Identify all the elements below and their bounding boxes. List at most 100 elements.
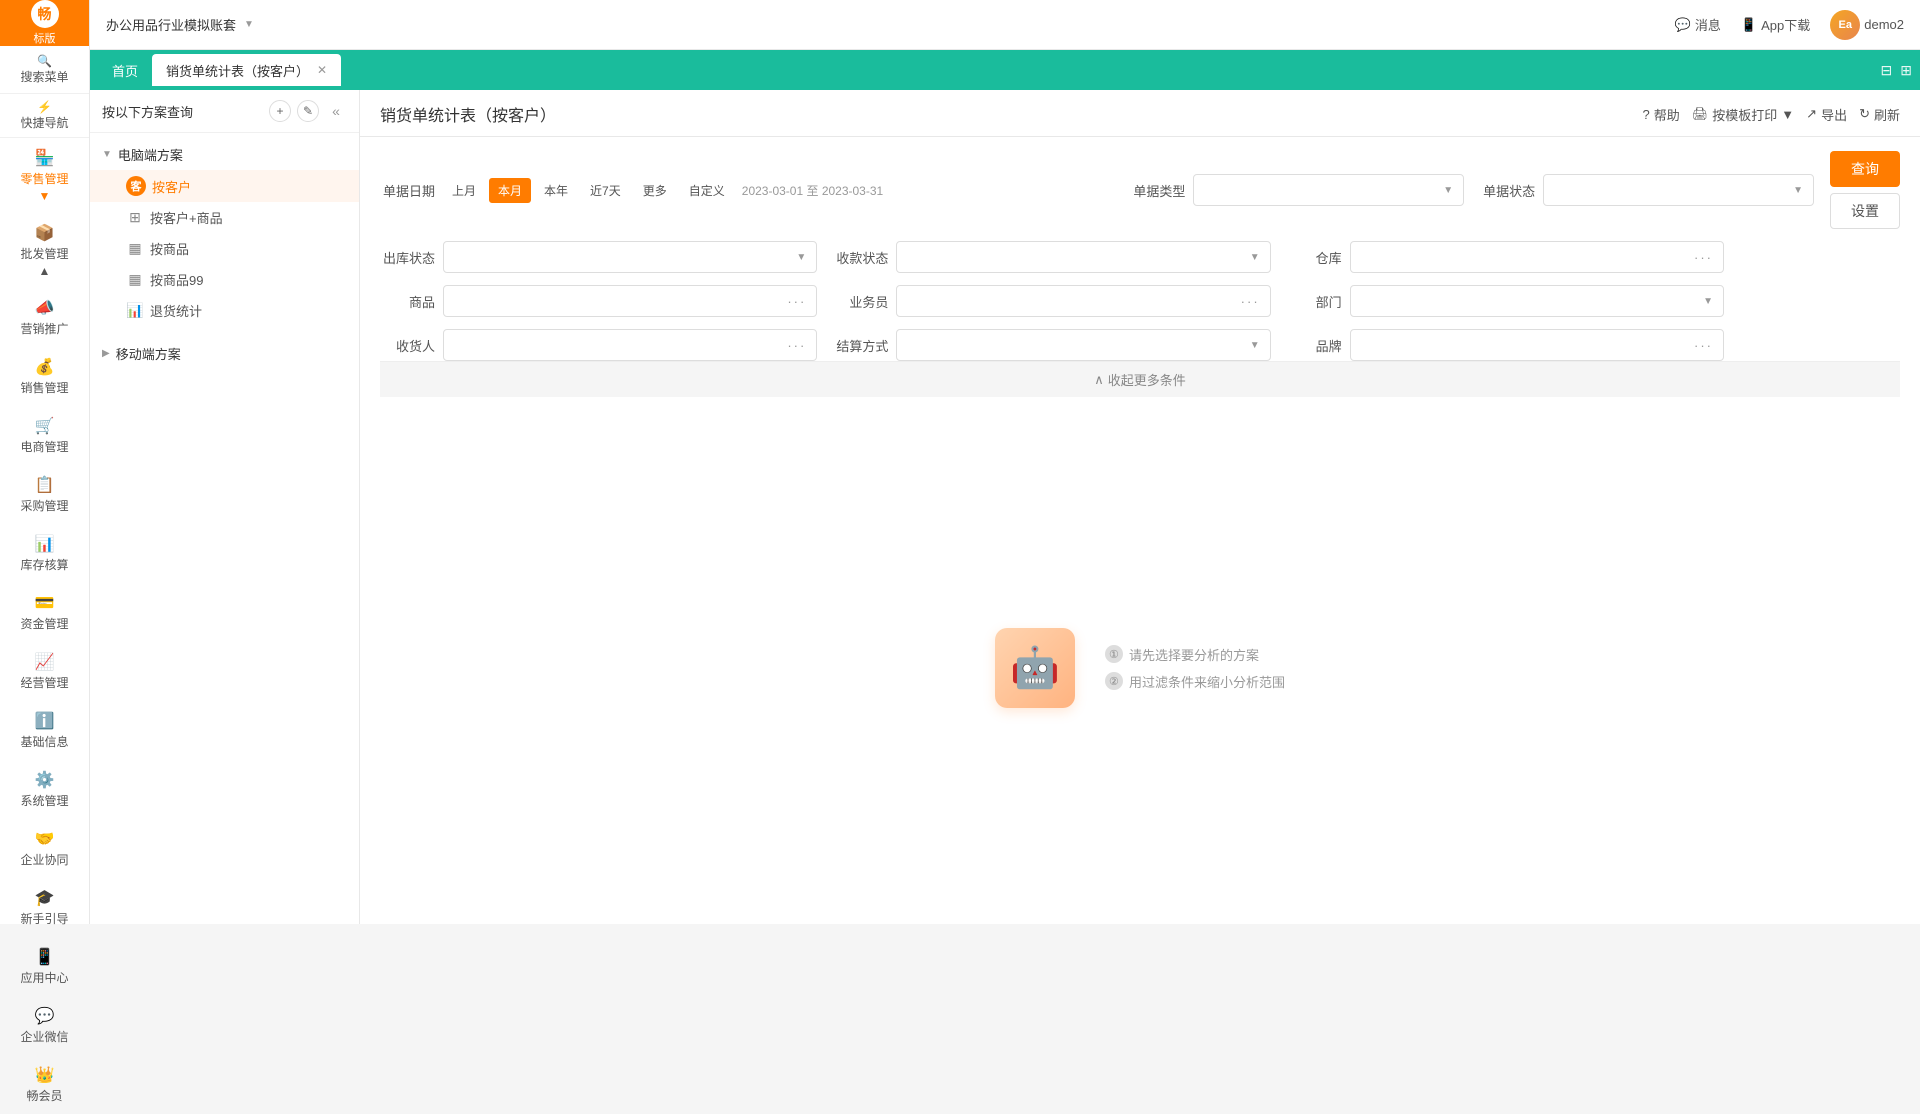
sidebar-item-finance[interactable]: 💳 资金管理 [0,583,89,642]
page-actions: ? 帮助 🖨 按模板打印 ▼ ↗ 导出 ↻ [1643,105,1901,124]
system-icon: ⚙️ [35,770,55,790]
tab-sales-stat[interactable]: 销货单统计表（按客户） ✕ [152,54,341,86]
collapse-label: 收起更多条件 [1108,370,1186,389]
tab-maximize-icon[interactable]: ⊞ [1900,62,1912,79]
payment-status-dropdown-icon: ▼ [1250,252,1260,263]
logo-char: 畅 [38,4,52,24]
sidebar-item-ecommerce[interactable]: 🛒 电商管理 [0,406,89,465]
goods-control[interactable]: ··· [443,285,817,317]
tab-restore-icon[interactable]: ⊟ [1881,62,1893,79]
filter-date: 单据日期 上月 本月 本年 近7天 更多 自定义 2023-03-01 至 20… [380,178,1114,203]
dept-control[interactable]: ▼ [1350,285,1724,317]
tree-child-by-goods[interactable]: ▦ 按商品 [90,233,359,264]
sidebar-item-system[interactable]: ⚙️ 系统管理 [0,760,89,819]
operation-icon: 📈 [35,652,55,672]
sidebar-item-operation[interactable]: 📈 经营管理 [0,642,89,701]
retail-icon: 🏪 [35,148,55,168]
query-btn[interactable]: 查询 [1830,151,1900,187]
sidebar-item-wechat[interactable]: 💬 企业微信 [0,996,89,1055]
edit-scheme-btn[interactable]: ✎ [297,100,319,122]
order-status-control[interactable]: ▼ [1543,174,1814,206]
filter-order-status: 单据状态 ▼ [1480,174,1814,206]
message-btn[interactable]: 💬 消息 [1675,15,1721,34]
tree-desktop-parent[interactable]: ▼ 电脑端方案 [90,139,359,170]
empty-state-content: 🤖 ① 请先选择要分析的方案 ② 用过滤条件来缩小分析范围 [995,628,1285,708]
sidebar-quick-nav[interactable]: ⚡ 快捷导航 [0,94,89,138]
sidebar-item-member[interactable]: 👑 畅会员 [0,1055,89,1114]
wechat-icon: 💬 [35,1006,55,1026]
tab-sales-stat-label: 销货单统计表（按客户） [166,61,309,80]
newbie-label: 新手引导 [20,910,68,927]
tip-text-1: 请先选择要分析的方案 [1129,645,1259,664]
refresh-btn[interactable]: ↻ 刷新 [1859,105,1900,124]
print-btn[interactable]: 🖨 按模板打印 ▼ [1692,105,1794,124]
order-type-control[interactable]: ▼ [1193,174,1464,206]
add-scheme-btn[interactable]: + [269,100,291,122]
payment-status-control[interactable]: ▼ [896,241,1270,273]
sidebar-item-retail[interactable]: 🏪 零售管理 ▼ [0,138,89,213]
app-download-btn[interactable]: 📱 App下载 [1741,15,1810,34]
btn-last7[interactable]: 近7天 [581,178,630,203]
page-header-top: 销货单统计表（按客户） ? 帮助 🖨 按模板打印 ▼ ↗ [380,102,1900,126]
receiver-control[interactable]: ··· [443,329,817,361]
settings-btn[interactable]: 设置 [1830,193,1900,229]
app-download-label: App下载 [1761,15,1810,34]
tab-bar-actions: ⊟ ⊞ [1881,62,1912,79]
payment-status-label: 收款状态 [833,248,888,267]
purchase-label: 采购管理 [20,497,68,514]
header-right: 💬 消息 📱 App下载 Ea demo2 [1675,10,1904,40]
sidebar-item-inventory[interactable]: 📊 库存核算 [0,524,89,583]
sidebar-item-appstore[interactable]: 📱 应用中心 [0,937,89,996]
export-btn[interactable]: ↗ 导出 [1806,105,1847,124]
tree-child-return[interactable]: 📊 退货统计 [90,295,359,326]
btn-custom[interactable]: 自定义 [680,178,734,203]
breadcrumb-dropdown-icon[interactable]: ▼ [244,19,254,30]
warehouse-control[interactable]: ··· [1350,241,1724,273]
btn-curr-year[interactable]: 本年 [535,178,577,203]
system-label: 系统管理 [20,792,68,809]
left-panel-actions: + ✎ « [269,100,347,122]
sidebar-item-sales[interactable]: 💰 销售管理 [0,347,89,406]
ecommerce-icon: 🛒 [35,416,55,436]
brand-control[interactable]: ··· [1350,329,1724,361]
tree-child-by-goods99[interactable]: ▦ 按商品99 [90,264,359,295]
sidebar-item-wholesale[interactable]: 📦 批发管理 ▲ [0,213,89,288]
tree-child-by-customer[interactable]: 客 按客户 [90,170,359,202]
sidebar-item-basic[interactable]: ℹ️ 基础信息 [0,701,89,760]
tree-mobile-parent[interactable]: ▶ 移动端方案 [90,338,359,369]
tree-desktop-label: 电脑端方案 [118,145,183,164]
out-status-control[interactable]: ▼ [443,241,817,273]
tree-child-by-customer-goods[interactable]: ⊞ 按客户+商品 [90,202,359,233]
filter-row-2: 出库状态 ▼ 收款状态 ▼ 仓库 [380,241,1900,273]
wholesale-icon: 📦 [35,223,55,243]
sidebar-item-newbie[interactable]: 🎓 新手引导 [0,878,89,937]
child-by-customer-label: 按客户 [152,177,191,196]
filter-brand: 品牌 ··· [1287,329,1724,361]
sidebar-item-enterprise[interactable]: 🤝 企业协同 [0,819,89,878]
sidebar-item-marketing[interactable]: 📣 营销推广 [0,288,89,347]
salesman-control[interactable]: ··· [896,285,1270,317]
avatar-text: Ea [1839,19,1852,31]
btn-more[interactable]: 更多 [634,178,676,203]
collapse-panel-btn[interactable]: « [325,100,347,122]
tab-home[interactable]: 首页 [98,54,152,86]
left-panel: 按以下方案查询 + ✎ « ▼ 电脑端方案 客 按客户 ⊞ 按客 [90,90,360,924]
filter-row-3: 商品 ··· 业务员 ··· 部门 [380,285,1900,317]
collapse-row[interactable]: ∧ 收起更多条件 [380,361,1900,397]
empty-tip-2: ② 用过滤条件来缩小分析范围 [1105,672,1285,691]
settlement-control[interactable]: ▼ [896,329,1270,361]
tab-bar: 首页 销货单统计表（按客户） ✕ ⊟ ⊞ [90,50,1920,90]
btn-prev-month[interactable]: 上月 [443,178,485,203]
basic-icon: ℹ️ [35,711,55,731]
message-label: 消息 [1695,15,1721,34]
help-btn[interactable]: ? 帮助 [1643,105,1680,124]
user-menu[interactable]: Ea demo2 [1830,10,1904,40]
print-dropdown-icon[interactable]: ▼ [1781,107,1794,122]
sidebar-search[interactable]: 🔍 搜索菜单 [0,46,89,94]
sidebar-item-purchase[interactable]: 📋 采购管理 [0,465,89,524]
filter-row-1: 单据日期 上月 本月 本年 近7天 更多 自定义 2023-03-01 至 20… [380,151,1900,229]
tab-close-icon[interactable]: ✕ [317,63,327,77]
btn-curr-month[interactable]: 本月 [489,178,531,203]
refresh-icon: ↻ [1859,106,1870,122]
member-label: 畅会员 [26,1087,62,1104]
